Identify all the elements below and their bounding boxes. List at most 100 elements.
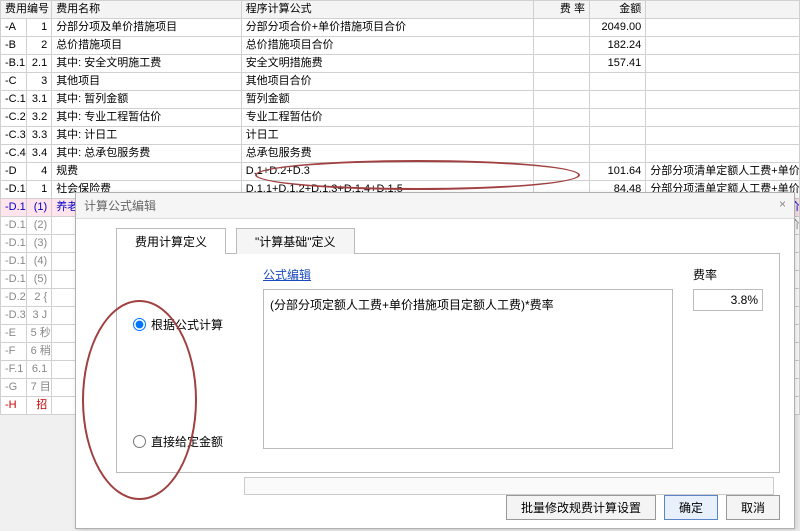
cell-remark[interactable] (646, 55, 800, 73)
formula-edit-link[interactable]: 公式编辑 (263, 268, 311, 282)
cell-remark[interactable] (646, 73, 800, 91)
table-row[interactable]: -C.13.1其中: 暂列金额暂列金额 (1, 91, 800, 109)
cell-id[interactable]: -D.3 (1, 307, 27, 325)
cell-amount[interactable]: 101.64 (589, 163, 645, 181)
cell-seq[interactable]: 2.1 (26, 55, 52, 73)
cell-seq[interactable]: 3.2 (26, 109, 52, 127)
cell-seq[interactable]: 4 (26, 163, 52, 181)
cell-rate[interactable] (533, 91, 589, 109)
cell-id[interactable]: -D.1.2 (1, 217, 27, 235)
cell-id[interactable]: -C.3 (1, 127, 27, 145)
cell-name[interactable]: 其中: 计日工 (52, 127, 242, 145)
cell-rate[interactable] (533, 163, 589, 181)
cell-name[interactable]: 其中: 安全文明施工费 (52, 55, 242, 73)
cell-rate[interactable] (533, 55, 589, 73)
cell-formula[interactable]: D.1+D.2+D.3 (241, 163, 533, 181)
cell-formula[interactable]: 安全文明措施费 (241, 55, 533, 73)
col-header-amount[interactable]: 金额 (589, 1, 645, 19)
cell-id[interactable]: -H (1, 397, 27, 415)
cell-seq[interactable]: 5 秒 (26, 325, 52, 343)
cell-seq[interactable]: 7 目 (26, 379, 52, 397)
cell-amount[interactable]: 157.41 (589, 55, 645, 73)
fixed-amount-input[interactable] (244, 477, 774, 495)
table-row[interactable]: -B.12.1其中: 安全文明施工费安全文明措施费 157.41 (1, 55, 800, 73)
cell-seq[interactable]: 3.1 (26, 91, 52, 109)
col-header-id[interactable]: 费用编号 (1, 1, 52, 19)
tab-fee-definition[interactable]: 费用计算定义 (116, 228, 226, 254)
col-header-remark[interactable] (646, 1, 800, 19)
rate-input[interactable] (693, 289, 763, 311)
cell-id[interactable]: -A (1, 19, 27, 37)
table-row[interactable]: -C.33.3其中: 计日工计日工 (1, 127, 800, 145)
ok-button[interactable]: 确定 (664, 495, 718, 520)
cell-id[interactable]: -D.2 (1, 289, 27, 307)
cell-seq[interactable]: 2 { (26, 289, 52, 307)
table-row[interactable]: -C3其他项目其他项目合价 (1, 73, 800, 91)
cell-seq[interactable]: (3) (26, 235, 52, 253)
cell-remark[interactable] (646, 91, 800, 109)
cell-id[interactable]: -D.1.5 (1, 271, 27, 289)
cell-remark[interactable] (646, 109, 800, 127)
cell-rate[interactable] (533, 37, 589, 55)
cell-id[interactable]: -F.1 (1, 361, 27, 379)
dialog-titlebar[interactable]: 计算公式编辑 × (76, 193, 794, 219)
table-row[interactable]: -A1分部分项及单价措施项目分部分项合价+单价措施项目合价2049.00 (1, 19, 800, 37)
batch-edit-button[interactable]: 批量修改规费计算设置 (506, 495, 656, 520)
cell-id[interactable]: -G (1, 379, 27, 397)
radio-by-formula[interactable]: 根据公式计算 (133, 316, 243, 333)
cell-name[interactable]: 规费 (52, 163, 242, 181)
table-row[interactable]: -D4规费D.1+D.2+D.3101.64分部分项清单定额人工费+单价措施项目 (1, 163, 800, 181)
cell-rate[interactable] (533, 73, 589, 91)
cancel-button[interactable]: 取消 (726, 495, 780, 520)
cell-amount[interactable] (589, 127, 645, 145)
cell-remark[interactable] (646, 145, 800, 163)
radio-by-formula-input[interactable] (133, 318, 146, 331)
cell-formula[interactable]: 总价措施项目合价 (241, 37, 533, 55)
cell-seq[interactable]: 3.3 (26, 127, 52, 145)
cell-amount[interactable] (589, 109, 645, 127)
cell-id[interactable]: -D.1.3 (1, 235, 27, 253)
col-header-rate[interactable]: 费 率 (533, 1, 589, 19)
cell-id[interactable]: -D.1 (1, 181, 27, 199)
cell-seq[interactable]: (4) (26, 253, 52, 271)
formula-textarea[interactable] (263, 289, 673, 449)
cell-formula[interactable]: 其他项目合价 (241, 73, 533, 91)
radio-fixed-amount[interactable]: 直接给定金额 (133, 433, 243, 450)
radio-fixed-amount-input[interactable] (133, 435, 146, 448)
cell-id[interactable]: -B (1, 37, 27, 55)
cell-id[interactable]: -C.4 (1, 145, 27, 163)
cell-id[interactable]: -C (1, 73, 27, 91)
cell-amount[interactable] (589, 91, 645, 109)
cell-id[interactable]: -F (1, 343, 27, 361)
cell-name[interactable]: 分部分项及单价措施项目 (52, 19, 242, 37)
cell-formula[interactable]: 专业工程暂估价 (241, 109, 533, 127)
cell-remark[interactable] (646, 37, 800, 55)
cell-id[interactable]: -B.1 (1, 55, 27, 73)
cell-seq[interactable]: 3.4 (26, 145, 52, 163)
cell-name[interactable]: 其中: 总承包服务费 (52, 145, 242, 163)
tab-basis-definition[interactable]: "计算基础"定义 (236, 228, 355, 254)
cell-seq[interactable]: 3 J (26, 307, 52, 325)
cell-name[interactable]: 其他项目 (52, 73, 242, 91)
cell-formula[interactable]: 分部分项合价+单价措施项目合价 (241, 19, 533, 37)
col-header-name[interactable]: 费用名称 (52, 1, 242, 19)
cell-name[interactable]: 其中: 暂列金额 (52, 91, 242, 109)
table-row[interactable]: -C.43.4其中: 总承包服务费总承包服务费 (1, 145, 800, 163)
cell-remark[interactable] (646, 19, 800, 37)
cell-amount[interactable]: 182.24 (589, 37, 645, 55)
cell-id[interactable]: -D.1.1 (1, 199, 27, 217)
cell-seq[interactable]: 1 (26, 181, 52, 199)
cell-seq[interactable]: (5) (26, 271, 52, 289)
cell-id[interactable]: -C.2 (1, 109, 27, 127)
table-row[interactable]: -C.23.2其中: 专业工程暂估价专业工程暂估价 (1, 109, 800, 127)
col-header-formula[interactable]: 程序计算公式 (241, 1, 533, 19)
cell-rate[interactable] (533, 127, 589, 145)
cell-remark[interactable] (646, 127, 800, 145)
cell-id[interactable]: -E (1, 325, 27, 343)
cell-seq[interactable]: (2) (26, 217, 52, 235)
cell-rate[interactable] (533, 145, 589, 163)
cell-seq[interactable]: 6 稍 (26, 343, 52, 361)
cell-rate[interactable] (533, 109, 589, 127)
cell-amount[interactable] (589, 145, 645, 163)
cell-seq[interactable]: (1) (26, 199, 52, 217)
